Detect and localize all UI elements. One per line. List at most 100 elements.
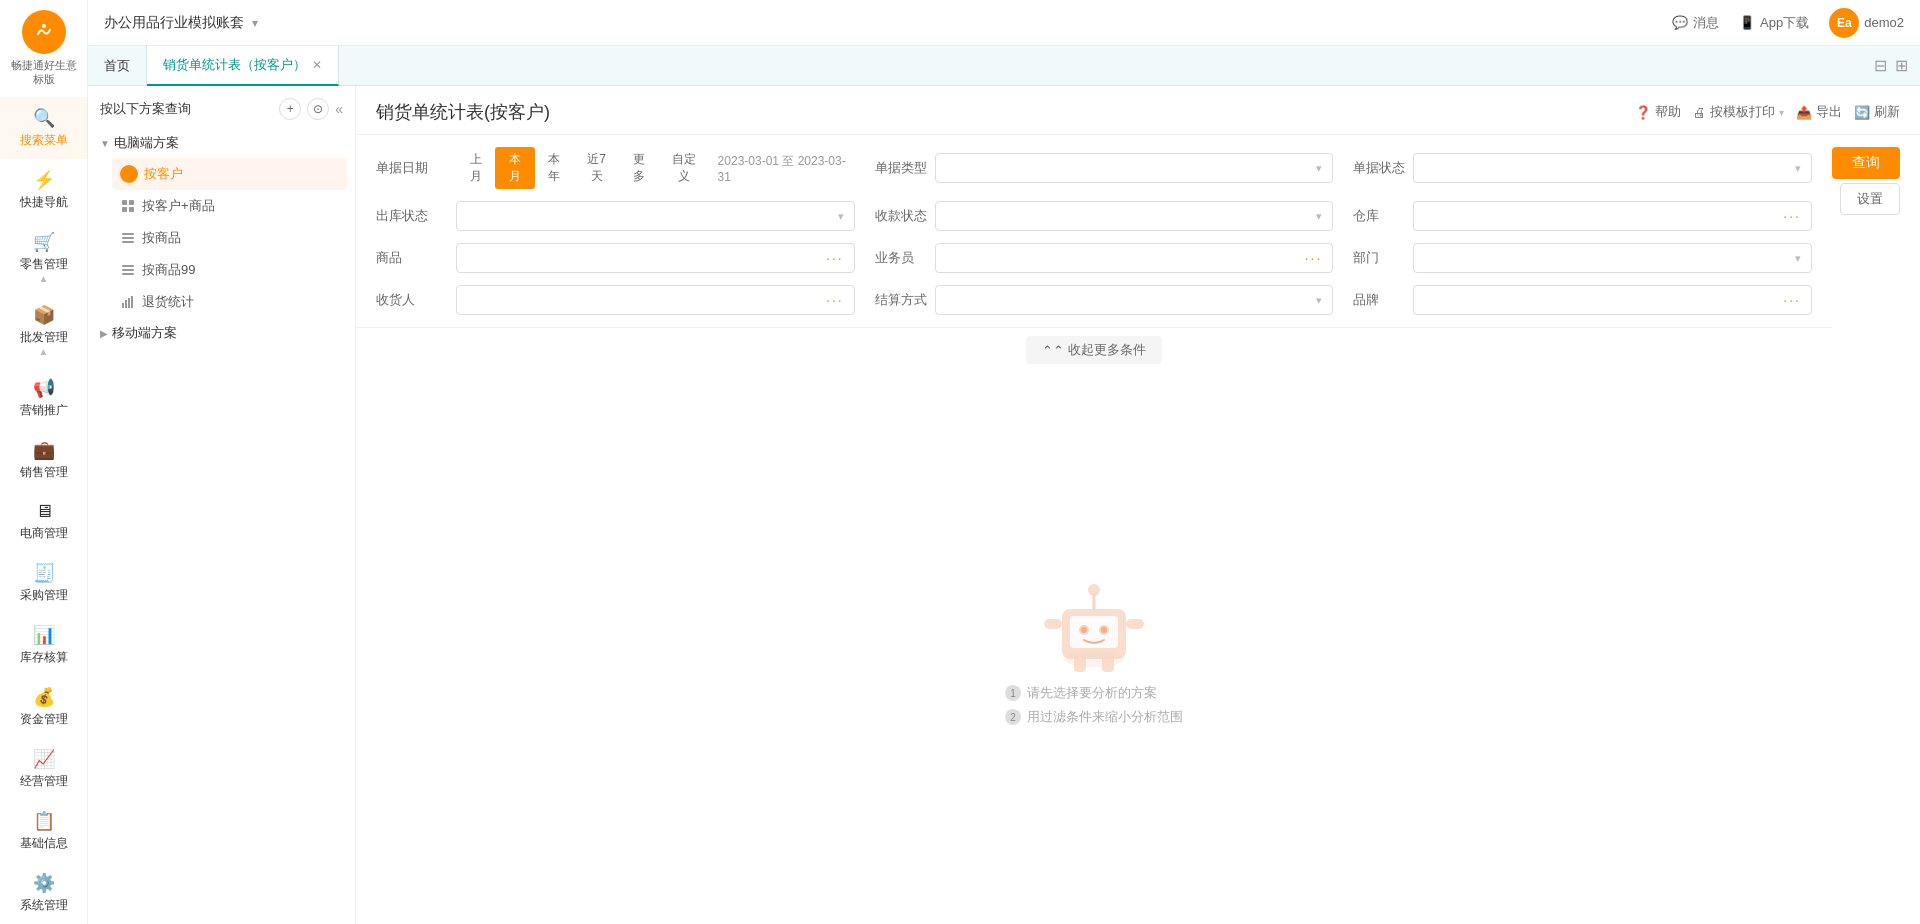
- sidebar-item-system-label: 系统管理: [20, 897, 68, 914]
- plan-group-mobile-title[interactable]: ▶ 移动端方案: [96, 318, 347, 348]
- department-arrow-icon: ▾: [1795, 252, 1801, 265]
- sidebar-item-ecommerce-label: 电商管理: [20, 525, 68, 542]
- department-select[interactable]: ▾: [1413, 243, 1812, 273]
- product-select[interactable]: ···: [456, 243, 855, 273]
- help-button[interactable]: ❓ 帮助: [1635, 103, 1681, 121]
- plan-item-by-product-99[interactable]: 按商品99: [112, 254, 347, 286]
- payment-status-label: 收款状态: [855, 207, 935, 225]
- maximize-icon[interactable]: ⊞: [1895, 56, 1908, 75]
- settlement-select[interactable]: ▾: [935, 285, 1334, 315]
- app-logo-text: 畅捷通好生意 标版: [8, 58, 79, 87]
- refresh-button[interactable]: 🔄 刷新: [1854, 103, 1900, 121]
- quick-nav-icon: ⚡: [33, 169, 55, 191]
- plan-group-mobile: ▶ 移动端方案: [88, 318, 355, 348]
- sidebar-item-wholesale[interactable]: 📦 批发管理 ▲: [0, 294, 87, 367]
- settlement-label: 结算方式: [855, 291, 935, 309]
- bill-status-label: 单据状态: [1333, 159, 1413, 177]
- sidebar-item-finance-label: 资金管理: [20, 711, 68, 728]
- sidebar-item-search[interactable]: 🔍 搜索菜单: [0, 97, 87, 159]
- sidebar-item-retail[interactable]: 🛒 零售管理 ▲: [0, 221, 87, 294]
- sidebar-item-marketing[interactable]: 📢 营销推广: [0, 367, 87, 429]
- plan-item-by-customer[interactable]: 按客户: [112, 158, 347, 190]
- svg-rect-25: [1044, 619, 1062, 629]
- bill-type-label: 单据类型: [855, 159, 935, 177]
- brand-select[interactable]: ···: [1413, 285, 1812, 315]
- title-dropdown-icon[interactable]: ▾: [252, 16, 258, 30]
- date-btn-last-month[interactable]: 上月: [456, 147, 495, 189]
- refresh-icon: 🔄: [1854, 105, 1870, 120]
- warehouse-control: ···: [1413, 201, 1812, 231]
- date-btn-more[interactable]: 更多: [619, 147, 658, 189]
- purchase-icon: 🧾: [33, 562, 55, 584]
- svg-rect-2: [122, 200, 127, 205]
- minimize-icon[interactable]: ⊟: [1874, 56, 1887, 75]
- settings-plan-button[interactable]: ⊙: [307, 98, 329, 120]
- date-btn-custom[interactable]: 自定义: [659, 147, 710, 189]
- tab-close-icon[interactable]: ✕: [312, 58, 322, 72]
- retail-icon: 🛒: [33, 231, 55, 253]
- message-label: 消息: [1693, 14, 1719, 32]
- sidebar-item-system[interactable]: ⚙️ 系统管理: [0, 862, 87, 924]
- settings-button[interactable]: 设置: [1840, 183, 1900, 215]
- sidebar-item-quick-nav[interactable]: ⚡ 快捷导航: [0, 159, 87, 221]
- product-label: 商品: [376, 249, 456, 267]
- export-button[interactable]: 📤 导出: [1796, 103, 1842, 121]
- warehouse-select[interactable]: ···: [1413, 201, 1812, 231]
- app-logo[interactable]: 畅捷通好生意 标版: [0, 0, 87, 97]
- salesperson-select[interactable]: ···: [935, 243, 1334, 273]
- date-btn-this-year[interactable]: 本年: [535, 147, 574, 189]
- recipient-select[interactable]: ···: [456, 285, 855, 315]
- sidebar-item-finance[interactable]: 💰 资金管理: [0, 676, 87, 738]
- message-button[interactable]: 💬 消息: [1672, 14, 1719, 32]
- date-btn-last-7-days[interactable]: 近7天: [574, 147, 620, 189]
- sidebar: 畅捷通好生意 标版 🔍 搜索菜单 ⚡ 快捷导航 🛒 零售管理 ▲ 📦 批发管理 …: [0, 0, 88, 924]
- return-stat-icon: [120, 294, 136, 310]
- collapse-conditions-button[interactable]: ⌃⌃ 收起更多条件: [1026, 336, 1162, 364]
- add-plan-button[interactable]: +: [279, 98, 301, 120]
- out-status-select[interactable]: ▾: [456, 201, 855, 231]
- plan-item-by-product[interactable]: 按商品: [112, 222, 347, 254]
- sidebar-item-purchase[interactable]: 🧾 采购管理: [0, 552, 87, 614]
- plan-group-pc-title[interactable]: ▼ 电脑端方案: [96, 128, 347, 158]
- svg-rect-4: [122, 207, 127, 212]
- svg-point-1: [42, 24, 46, 28]
- out-status-arrow-icon: ▾: [838, 210, 844, 223]
- user-menu[interactable]: Ea demo2: [1829, 8, 1904, 38]
- empty-tip-1: 1 请先选择要分析的方案: [1005, 684, 1183, 702]
- sidebar-item-basic-info[interactable]: 📋 基础信息: [0, 800, 87, 862]
- date-control: 上月 本月 本年 近7天 更多 自定义 2023-03-01 至 2023-03…: [456, 147, 855, 189]
- wholesale-icon: 📦: [33, 304, 55, 326]
- query-button[interactable]: 查询: [1832, 147, 1900, 179]
- sidebar-item-inventory-label: 库存核算: [20, 649, 68, 666]
- bill-type-select[interactable]: ▾: [935, 153, 1334, 183]
- department-control: ▾: [1413, 243, 1812, 273]
- recipient-label: 收货人: [376, 291, 456, 309]
- print-button[interactable]: 🖨 按模板打印 ▾: [1693, 103, 1784, 121]
- sidebar-item-sales-mgmt[interactable]: 💼 销售管理: [0, 429, 87, 491]
- product-control: ···: [456, 243, 855, 273]
- bill-status-select[interactable]: ▾: [1413, 153, 1812, 183]
- right-panel: 销货单统计表(按客户) ❓ 帮助 🖨 按模板打印 ▾ 📤 导出: [356, 86, 1920, 924]
- print-icon: 🖨: [1693, 105, 1706, 120]
- sidebar-item-operations[interactable]: 📈 经营管理: [0, 738, 87, 800]
- tab-home[interactable]: 首页: [88, 46, 147, 86]
- app-download-button[interactable]: 📱 App下载: [1739, 14, 1809, 32]
- main-area: 办公用品行业模拟账套 ▾ 💬 消息 📱 App下载 Ea demo2 首页 销货…: [88, 0, 1920, 924]
- plan-item-by-customer-product[interactable]: 按客户+商品: [112, 190, 347, 222]
- tab-sales-stat[interactable]: 销货单统计表（按客户） ✕: [147, 46, 339, 86]
- tab-bar: 首页 销货单统计表（按客户） ✕ ⊟ ⊞: [88, 46, 1920, 86]
- operations-icon: 📈: [33, 748, 55, 770]
- filter-and-results: 单据日期 上月 本月 本年 近7天 更多 自定义 2023-03-01 至 20…: [356, 135, 1832, 924]
- sidebar-item-ecommerce[interactable]: 🖥 电商管理: [0, 491, 87, 552]
- date-btn-this-month[interactable]: 本月: [495, 147, 534, 189]
- sidebar-item-inventory[interactable]: 📊 库存核算: [0, 614, 87, 676]
- sidebar-item-search-label: 搜索菜单: [20, 132, 68, 149]
- payment-status-arrow-icon: ▾: [1316, 210, 1322, 223]
- top-header: 办公用品行业模拟账套 ▾ 💬 消息 📱 App下载 Ea demo2: [88, 0, 1920, 46]
- payment-status-select[interactable]: ▾: [935, 201, 1334, 231]
- collapse-panel-button[interactable]: «: [335, 101, 343, 117]
- export-label: 导出: [1816, 103, 1842, 121]
- svg-rect-27: [1074, 656, 1086, 672]
- basic-info-icon: 📋: [33, 810, 55, 832]
- plan-item-return-stat[interactable]: 退货统计: [112, 286, 347, 318]
